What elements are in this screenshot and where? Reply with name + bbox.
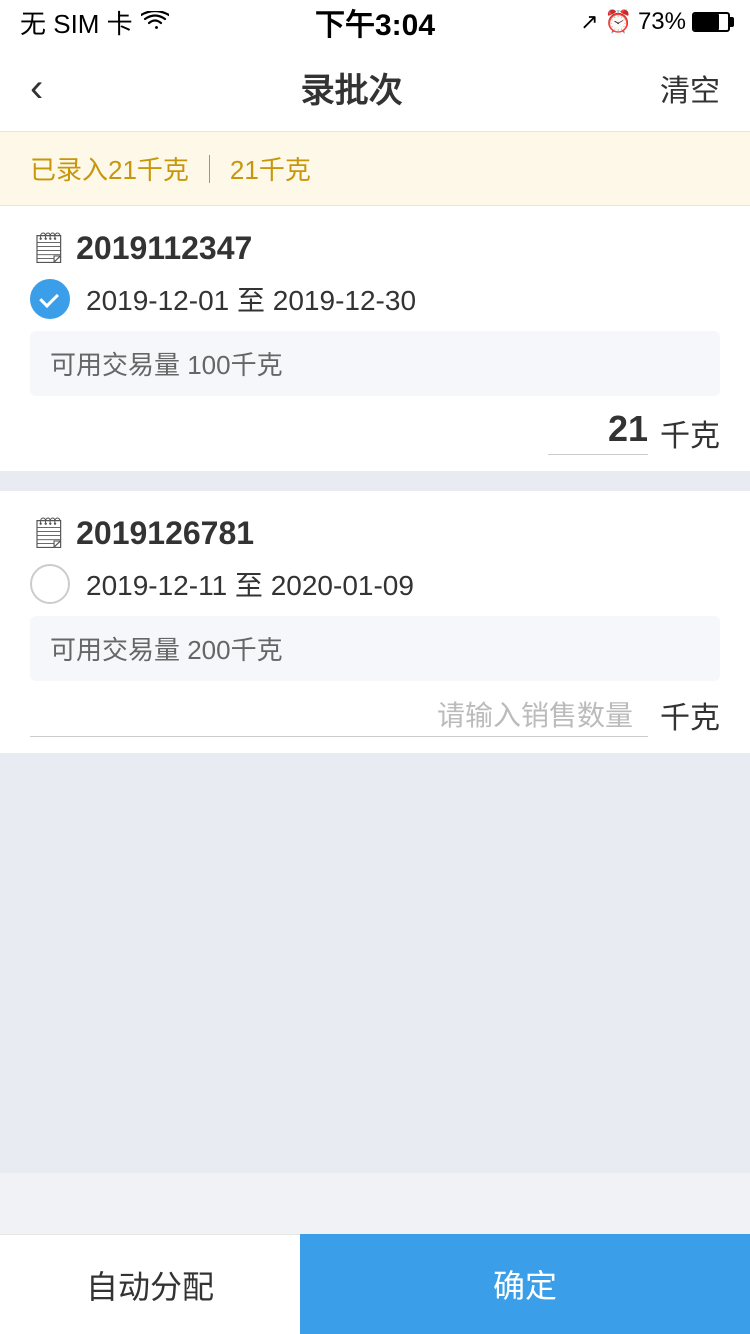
batch-card-1: 🗒 2019112347 2019-12-01 至 2019-12-30 可用交… <box>0 206 750 471</box>
radio-2[interactable] <box>30 564 70 604</box>
section-divider <box>0 471 750 491</box>
batch-unit-2: 千克 <box>660 693 720 737</box>
status-left: 无 SIM 卡 <box>20 4 169 41</box>
status-bar: 无 SIM 卡 下午3:04 ↗ ⏰ 73% <box>0 0 750 44</box>
carrier-text: 无 SIM 卡 <box>20 4 133 41</box>
location-icon: ↗ <box>580 9 598 35</box>
batch-header-2: 🗒 2019126781 <box>0 491 750 560</box>
batch-icon-2: 🗒 <box>30 516 68 551</box>
batch-avail-2: 可用交易量 200千克 <box>30 616 720 681</box>
status-time: 下午3:04 <box>315 0 435 44</box>
recorded-label: 已录入21千克 <box>30 150 189 187</box>
back-button[interactable]: ‹ <box>30 68 43 108</box>
wifi-icon <box>141 7 169 38</box>
content-area: 🗒 2019112347 2019-12-01 至 2019-12-30 可用交… <box>0 206 750 1173</box>
bottom-bar: 自动分配 确定 <box>0 1234 750 1334</box>
batch-icon-1: 🗒 <box>30 231 68 266</box>
sales-quantity-input[interactable] <box>30 700 648 732</box>
batch-amount-area-2: 千克 <box>0 693 750 753</box>
status-right: ↗ ⏰ 73% <box>580 8 730 36</box>
batch-date-row-2: 2019-12-11 至 2020-01-09 <box>0 560 750 604</box>
info-banner: 已录入21千克 21千克 <box>0 132 750 206</box>
batch-unit-1: 千克 <box>660 411 720 455</box>
amount-underline-2 <box>30 700 648 737</box>
batch-date-1: 2019-12-01 至 2019-12-30 <box>86 279 416 319</box>
batch-avail-1: 可用交易量 100千克 <box>30 331 720 396</box>
batch-date-row-1: 2019-12-01 至 2019-12-30 <box>0 275 750 319</box>
empty-area <box>0 753 750 1173</box>
batch-id-1: 2019112347 <box>76 230 252 267</box>
batch-amount-area-1: 21 千克 <box>0 408 750 471</box>
batch-card-2: 🗒 2019126781 2019-12-11 至 2020-01-09 可用交… <box>0 491 750 753</box>
clear-button[interactable]: 清空 <box>660 66 720 110</box>
batch-date-2: 2019-12-11 至 2020-01-09 <box>86 564 414 604</box>
batch-amount-1: 21 <box>608 408 648 449</box>
battery-text: 73% <box>638 8 686 36</box>
nav-bar: ‹ 录批次 清空 <box>0 44 750 132</box>
batch-header-1: 🗒 2019112347 <box>0 206 750 275</box>
batch-id-2: 2019126781 <box>76 515 254 552</box>
radio-1[interactable] <box>30 279 70 319</box>
page-title: 录批次 <box>301 63 403 112</box>
amount-underline-1: 21 <box>548 408 648 455</box>
banner-divider <box>209 155 210 183</box>
confirm-button[interactable]: 确定 <box>300 1234 750 1334</box>
auto-distribute-button[interactable]: 自动分配 <box>0 1234 300 1334</box>
alarm-icon: ⏰ <box>605 9 632 35</box>
battery-icon <box>692 12 730 32</box>
recorded-value: 21千克 <box>230 150 311 187</box>
